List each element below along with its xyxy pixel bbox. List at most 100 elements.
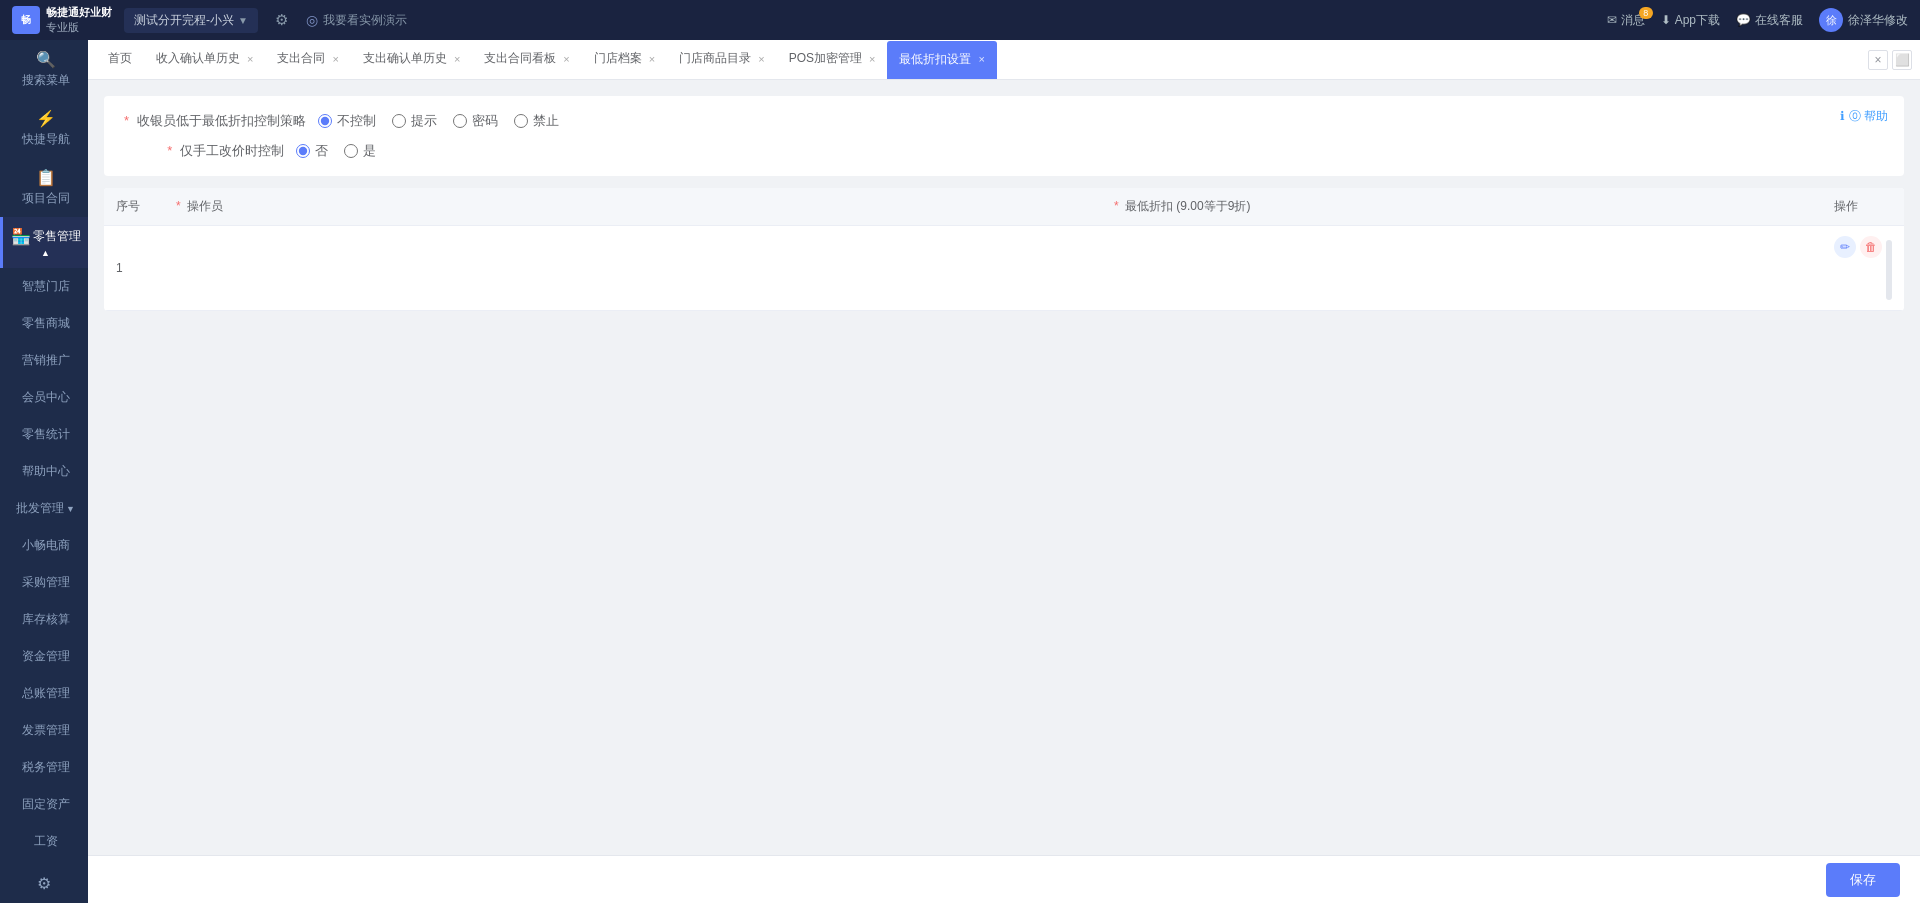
manual-yes[interactable]: 是 (344, 142, 376, 160)
cell-operator (164, 226, 1102, 311)
tab-payment-board[interactable]: 支出合同看板 × (472, 40, 581, 79)
tab-store-archive-close-icon[interactable]: × (649, 53, 655, 65)
table-header: 序号 * 操作员 * 最低折扣 (9.00等于9折) 操作 (104, 188, 1904, 226)
policy-no-control-label: 不控制 (337, 112, 376, 130)
manual-no[interactable]: 否 (296, 142, 328, 160)
sidebar-label-assets: 固定资产 (22, 796, 70, 813)
message-action[interactable]: ✉ 消息 8 (1607, 12, 1645, 29)
sidebar-item-shortcut[interactable]: ⚡ 快捷导航 (0, 99, 88, 158)
sidebar-item-retail[interactable]: 🏪 零售管理 ▲ (0, 217, 88, 268)
online-service-action[interactable]: 💬 在线客服 (1736, 12, 1803, 29)
sidebar-item-assets[interactable]: 固定资产 (0, 786, 88, 823)
sidebar-item-member[interactable]: 会员中心 (0, 379, 88, 416)
policy-forbid-label: 禁止 (533, 112, 559, 130)
page-content: ℹ ⓪ 帮助 * 收银员低于最低折扣控制策略 不控制 (88, 80, 1920, 855)
tab-pos-password-close-icon[interactable]: × (869, 53, 875, 65)
tab-payment-close-icon[interactable]: × (332, 53, 338, 65)
tab-home[interactable]: 首页 (96, 40, 144, 79)
sidebar-item-search[interactable]: 🔍 搜索菜单 (0, 40, 88, 99)
sidebar-item-salary[interactable]: 工资 (0, 823, 88, 860)
settings-icon[interactable]: ⚙ (270, 8, 294, 32)
app-name: 畅捷通好业财 (46, 5, 112, 20)
tab-payment-board-close-icon[interactable]: × (563, 53, 569, 65)
demo-label: 我要看实例演示 (323, 12, 407, 29)
cell-action: ✏ 🗑 (1822, 226, 1904, 311)
manual-required-mark: * (167, 143, 172, 158)
sidebar-label-salary: 工资 (34, 833, 58, 850)
sidebar-item-purchase[interactable]: 采购管理 (0, 564, 88, 601)
app-download-label: App下载 (1675, 12, 1720, 29)
sidebar-item-smart-store[interactable]: 智慧门店 (0, 268, 88, 305)
retail-icon: 🏪 (11, 227, 31, 246)
policy-required-mark: * (124, 113, 129, 128)
sidebar-item-wholesale[interactable]: 批发管理 ▼ (0, 490, 88, 527)
col-header-discount: * 最低折扣 (9.00等于9折) (1102, 188, 1822, 226)
demo-link[interactable]: ◎ 我要看实例演示 (306, 12, 407, 29)
help-button[interactable]: ℹ ⓪ 帮助 (1840, 108, 1888, 125)
policy-row: * 收银员低于最低折扣控制策略 不控制 提示 (124, 112, 1884, 130)
sidebar-item-marketing[interactable]: 营销推广 (0, 342, 88, 379)
tab-payment-label: 支出合同 (277, 50, 325, 67)
tabs-end-buttons: × ⬜ (1868, 50, 1912, 70)
policy-remind[interactable]: 提示 (392, 112, 437, 130)
sidebar-item-help[interactable]: 帮助中心 (0, 453, 88, 490)
tab-discount-setting-label: 最低折扣设置 (899, 51, 971, 68)
tab-store-goods-close-icon[interactable]: × (758, 53, 764, 65)
col-header-operator: * 操作员 (164, 188, 1102, 226)
tab-payment-confirm[interactable]: 支出确认单历史 × (351, 40, 472, 79)
policy-password[interactable]: 密码 (453, 112, 498, 130)
manual-row: * 仅手工改价时控制 否 是 (124, 142, 1884, 160)
table-body: 1 ✏ 🗑 (104, 226, 1904, 311)
tab-store-goods-label: 门店商品目录 (679, 50, 751, 67)
sidebar-label-shortcut: 快捷导航 (22, 131, 70, 148)
sidebar-item-stats[interactable]: 零售统计 (0, 416, 88, 453)
tab-store-goods[interactable]: 门店商品目录 × (667, 40, 776, 79)
table-scrollbar[interactable] (1886, 240, 1892, 300)
sidebar-item-ledger[interactable]: 总账管理 (0, 675, 88, 712)
sidebar-item-ecommerce[interactable]: 小畅电商 (0, 527, 88, 564)
topbar: 畅 畅捷通好业财 专业版 测试分开完程-小兴 ▼ ⚙ ◎ 我要看实例演示 ✉ 消… (0, 0, 1920, 40)
tab-discount-setting[interactable]: 最低折扣设置 × (887, 41, 996, 80)
app-download-action[interactable]: ⬇ App下载 (1661, 12, 1720, 29)
sidebar-label-ecommerce: 小畅电商 (22, 537, 70, 554)
policy-label: * 收银员低于最低折扣控制策略 (124, 112, 306, 130)
col-header-action: 操作 (1822, 188, 1904, 226)
sidebar-item-tax[interactable]: 税务管理 (0, 749, 88, 786)
tab-pos-password[interactable]: POS加密管理 × (777, 40, 888, 79)
tab-payment-confirm-close-icon[interactable]: × (454, 53, 460, 65)
tabs-close-all-button[interactable]: × (1868, 50, 1888, 70)
tab-income[interactable]: 收入确认单历史 × (144, 40, 265, 79)
tabs-expand-button[interactable]: ⬜ (1892, 50, 1912, 70)
sidebar-item-inventory[interactable]: 库存核算 (0, 601, 88, 638)
tab-pos-password-label: POS加密管理 (789, 50, 862, 67)
sidebar-item-project[interactable]: 📋 项目合同 (0, 158, 88, 217)
project-name: 测试分开完程-小兴 (134, 12, 234, 29)
username-label: 徐泽华修改 (1848, 12, 1908, 29)
tab-payment[interactable]: 支出合同 × (265, 40, 350, 79)
sidebar-item-invoice[interactable]: 发票管理 (0, 712, 88, 749)
row-edit-button[interactable]: ✏ (1834, 236, 1856, 258)
download-icon: ⬇ (1661, 13, 1671, 27)
save-button[interactable]: 保存 (1826, 863, 1900, 897)
tab-discount-close-icon[interactable]: × (978, 53, 984, 65)
row-action-buttons: ✏ 🗑 (1834, 236, 1892, 300)
bottom-bar: 保存 (88, 855, 1920, 903)
policy-no-control[interactable]: 不控制 (318, 112, 376, 130)
project-selector[interactable]: 测试分开完程-小兴 ▼ (124, 8, 258, 33)
cell-discount (1102, 226, 1822, 311)
sidebar-label-purchase: 采购管理 (22, 574, 70, 591)
form-card: ℹ ⓪ 帮助 * 收银员低于最低折扣控制策略 不控制 (104, 96, 1904, 176)
user-avatar[interactable]: 徐 徐泽华修改 (1819, 8, 1908, 32)
app-edition: 专业版 (46, 20, 112, 35)
message-icon: ✉ (1607, 13, 1617, 27)
tab-income-close-icon[interactable]: × (247, 53, 253, 65)
tab-home-label: 首页 (108, 50, 132, 67)
sidebar-item-finance[interactable]: 资金管理 (0, 638, 88, 675)
sidebar-bottom-settings[interactable]: ⚙ (0, 864, 88, 903)
policy-forbid[interactable]: 禁止 (514, 112, 559, 130)
sidebar-item-online-shop[interactable]: 零售商城 (0, 305, 88, 342)
tab-store-archive[interactable]: 门店档案 × (582, 40, 667, 79)
row-delete-button[interactable]: 🗑 (1860, 236, 1882, 258)
close-all-icon: × (1874, 53, 1881, 67)
policy-password-label: 密码 (472, 112, 498, 130)
